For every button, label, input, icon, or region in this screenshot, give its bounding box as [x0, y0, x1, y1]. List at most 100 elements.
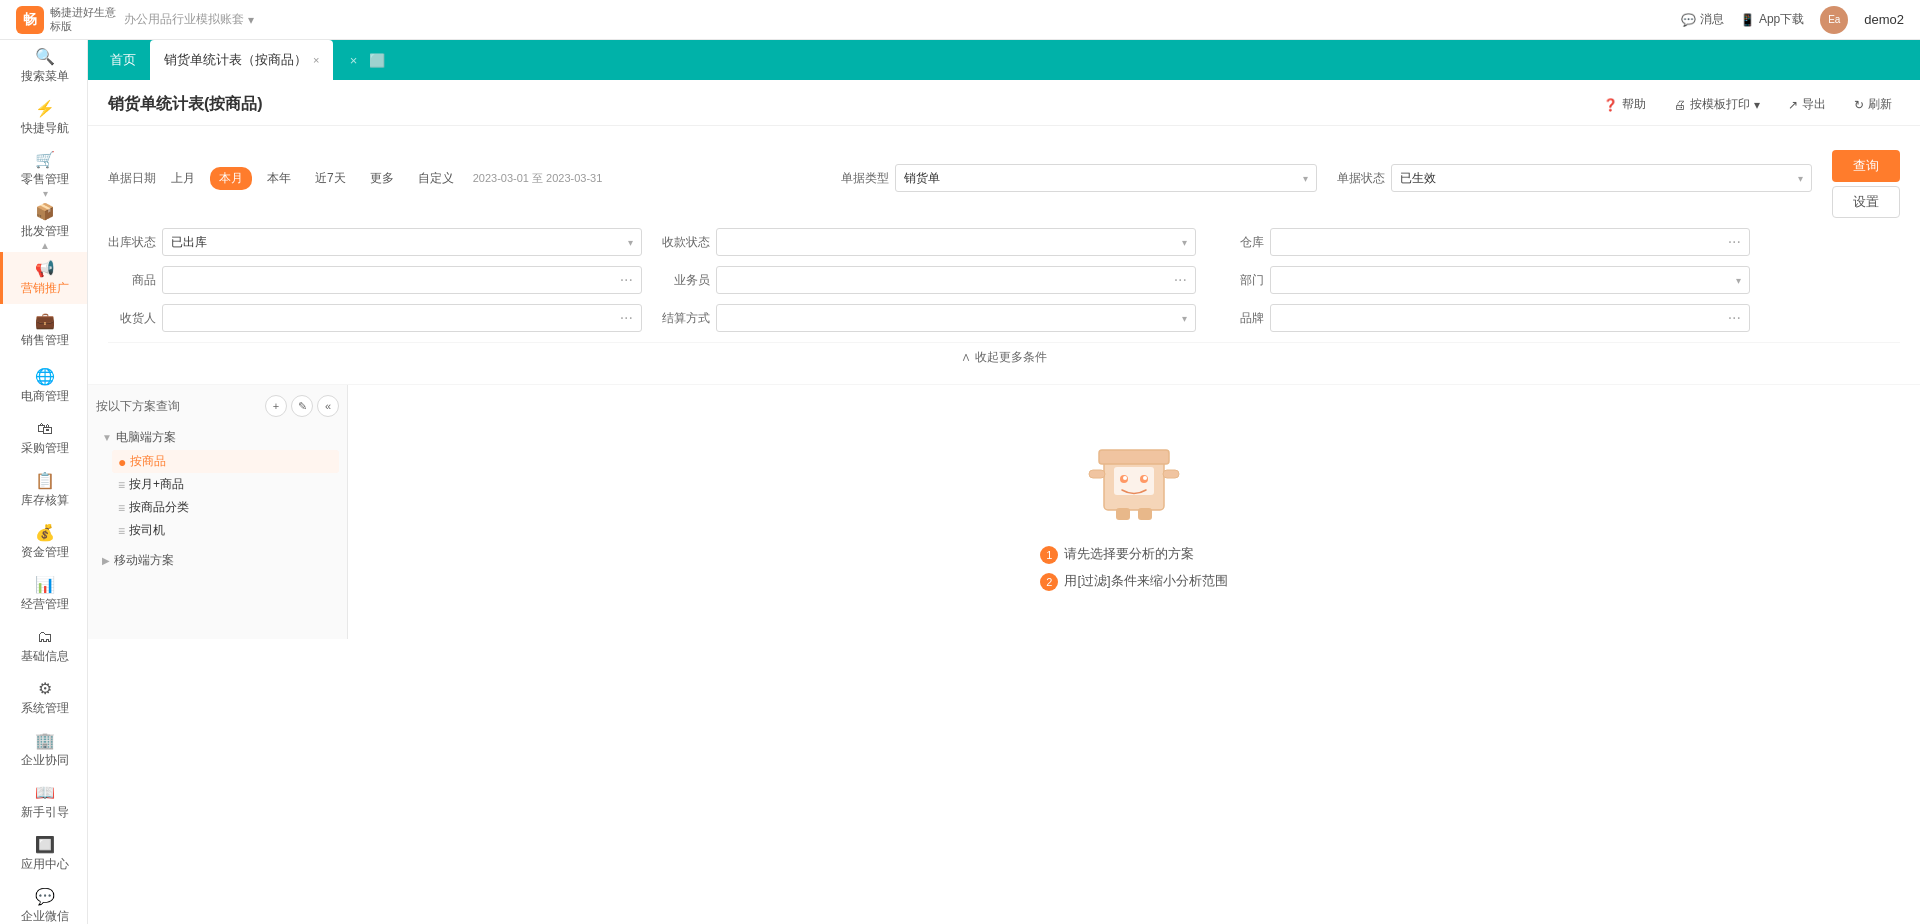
- sidebar-base-label: 基础信息: [21, 648, 69, 665]
- salesman-input[interactable]: ···: [716, 266, 1196, 294]
- refresh-button[interactable]: ↻ 刷新: [1846, 92, 1900, 117]
- date-btn-this-year[interactable]: 本年: [258, 167, 300, 190]
- left-panel-add-button[interactable]: +: [265, 395, 287, 417]
- export-button[interactable]: ↗ 导出: [1780, 92, 1834, 117]
- wholesale-chevron-icon: ▲: [40, 240, 50, 251]
- date-filter-label: 单据日期: [108, 170, 156, 187]
- bill-status-select[interactable]: 已生效 ▾: [1391, 164, 1812, 192]
- print-label: 按模板打印: [1690, 96, 1750, 113]
- print-chevron-icon: ▾: [1754, 98, 1760, 112]
- settle-filter-item: 结算方式 ▾: [662, 304, 1196, 332]
- sidebar-item-system[interactable]: ⚙ 系统管理: [0, 672, 87, 724]
- sidebar-item-sales[interactable]: 💼 销售管理: [0, 304, 87, 356]
- step1-text: 请先选择要分析的方案: [1064, 545, 1194, 563]
- brand-line1: 畅捷进好生意: [50, 6, 116, 19]
- base-icon: 🗂: [37, 628, 53, 646]
- query-button[interactable]: 查询: [1832, 150, 1900, 182]
- tab-close-icon[interactable]: ×: [313, 54, 319, 66]
- svg-rect-8: [1163, 470, 1179, 478]
- warehouse-input[interactable]: ···: [1270, 228, 1750, 256]
- receiver-input[interactable]: ···: [162, 304, 642, 332]
- filter-row-4: 收货人 ··· 结算方式 ▾ 品牌: [108, 304, 1900, 332]
- sidebar-item-enterprise[interactable]: 🏢 企业协同: [0, 724, 87, 776]
- print-button[interactable]: 🖨 按模板打印 ▾: [1666, 92, 1768, 117]
- receiver-dots-icon[interactable]: ···: [620, 309, 633, 327]
- tree-item-by-goods[interactable]: ● 按商品: [112, 450, 339, 473]
- left-panel-edit-button[interactable]: ✎: [291, 395, 313, 417]
- sidebar-retail-label: 零售管理: [21, 171, 69, 188]
- apps-icon: 🔲: [35, 835, 55, 854]
- page-title: 销货单统计表(按商品): [108, 94, 263, 115]
- sidebar-quicknav[interactable]: ⚡ 快捷导航: [0, 92, 87, 144]
- goods-dots-icon[interactable]: ···: [620, 271, 633, 289]
- settle-chevron-icon: ▾: [1182, 313, 1187, 324]
- sidebar-item-marketing[interactable]: 📢 营销推广: [0, 252, 87, 304]
- user-name: demo2: [1864, 12, 1904, 27]
- sidebar-item-inventory[interactable]: 📋 库存核算: [0, 464, 87, 516]
- sidebar-ecommerce-label: 电商管理: [21, 388, 69, 405]
- app-download-button[interactable]: 📱 App下载: [1740, 11, 1804, 28]
- date-btn-more[interactable]: 更多: [361, 167, 403, 190]
- step2-text: 用[过滤]条件来缩小分析范围: [1064, 572, 1227, 590]
- win-maximize-button[interactable]: ⬜: [369, 52, 385, 68]
- sidebar-item-finance[interactable]: 💰 资金管理: [0, 516, 87, 568]
- filter-row-2: 出库状态 已出库 ▾ 收款状态 ▾ 仓库: [108, 228, 1900, 256]
- empty-icon: [1084, 425, 1184, 525]
- brand-icon: 畅: [16, 6, 44, 34]
- tree-item-by-category[interactable]: ≡ 按商品分类: [112, 496, 339, 519]
- tab-home[interactable]: 首页: [96, 40, 150, 80]
- message-button[interactable]: 💬 消息: [1681, 11, 1724, 28]
- goods-filter-item: 商品 ···: [108, 266, 642, 294]
- svg-point-5: [1123, 476, 1127, 480]
- settle-select[interactable]: ▾: [716, 304, 1196, 332]
- salesman-dots-icon[interactable]: ···: [1174, 271, 1187, 289]
- date-btn-last-month[interactable]: 上月: [162, 167, 204, 190]
- brand-dots-icon[interactable]: ···: [1728, 309, 1741, 327]
- help-label: 帮助: [1622, 96, 1646, 113]
- dept-select[interactable]: ▾: [1270, 266, 1750, 294]
- help-button[interactable]: ❓ 帮助: [1595, 92, 1654, 117]
- sidebar-item-base[interactable]: 🗂 基础信息: [0, 620, 87, 672]
- brand-input[interactable]: ···: [1270, 304, 1750, 332]
- sidebar-item-apps[interactable]: 🔲 应用中心: [0, 828, 87, 880]
- marketing-icon: 📢: [35, 259, 55, 278]
- svg-rect-2: [1114, 467, 1154, 495]
- sidebar-item-wholesale[interactable]: 📦 批发管理 ▲: [0, 200, 87, 252]
- receive-status-select[interactable]: ▾: [716, 228, 1196, 256]
- sidebar-item-retail[interactable]: 🛒 零售管理 ▾: [0, 148, 87, 200]
- breadcrumb-chevron-icon[interactable]: ▾: [248, 13, 254, 27]
- win-close-button[interactable]: ×: [345, 52, 361, 68]
- sidebar-item-guide[interactable]: 📖 新手引导: [0, 776, 87, 828]
- tab-report[interactable]: 销货单统计表（按商品） ×: [150, 40, 333, 80]
- left-panel-collapse-button[interactable]: «: [317, 395, 339, 417]
- set-button[interactable]: 设置: [1832, 186, 1900, 218]
- sidebar-item-purchase[interactable]: 🛍 采购管理: [0, 412, 87, 464]
- left-panel: 按以下方案查询 + ✎ « ▼ 电脑端方案 ●: [88, 385, 348, 639]
- left-panel-title: 按以下方案查询: [96, 398, 180, 415]
- date-btn-custom[interactable]: 自定义: [409, 167, 463, 190]
- avatar-text: Ea: [1828, 14, 1840, 25]
- right-action-panel: 查询 设置: [1832, 138, 1900, 218]
- goods-input[interactable]: ···: [162, 266, 642, 294]
- sidebar-inventory-label: 库存核算: [21, 492, 69, 509]
- tree-section-pc[interactable]: ▼ 电脑端方案: [96, 425, 339, 450]
- sidebar-item-wechat[interactable]: 💬 企业微信: [0, 880, 87, 924]
- tree-item-by-driver[interactable]: ≡ 按司机: [112, 519, 339, 542]
- tree-item-by-month-goods[interactable]: ≡ 按月+商品: [112, 473, 339, 496]
- sidebar-item-ops[interactable]: 📊 经营管理: [0, 568, 87, 620]
- empty-step-2: 2 用[过滤]条件来缩小分析范围: [1040, 572, 1227, 591]
- avatar[interactable]: Ea: [1820, 6, 1848, 34]
- sidebar-enterprise-label: 企业协同: [21, 752, 69, 769]
- date-btn-7days[interactable]: 近7天: [306, 167, 355, 190]
- collapse-row[interactable]: ∧ 收起更多条件: [108, 342, 1900, 372]
- bill-type-select[interactable]: 销货单 ▾: [895, 164, 1316, 192]
- filter-row-3: 商品 ··· 业务员 ··· 部门: [108, 266, 1900, 294]
- svg-rect-10: [1138, 508, 1152, 520]
- sidebar-item-ecommerce[interactable]: 🌐 电商管理: [0, 360, 87, 412]
- date-btn-this-month[interactable]: 本月: [210, 167, 252, 190]
- out-status-select[interactable]: 已出库 ▾: [162, 228, 642, 256]
- sidebar-search[interactable]: 🔍 搜索菜单: [0, 40, 87, 92]
- tree-section-mobile[interactable]: ▶ 移动端方案: [96, 548, 339, 573]
- guide-icon: 📖: [35, 783, 55, 802]
- warehouse-dots-icon[interactable]: ···: [1728, 233, 1741, 251]
